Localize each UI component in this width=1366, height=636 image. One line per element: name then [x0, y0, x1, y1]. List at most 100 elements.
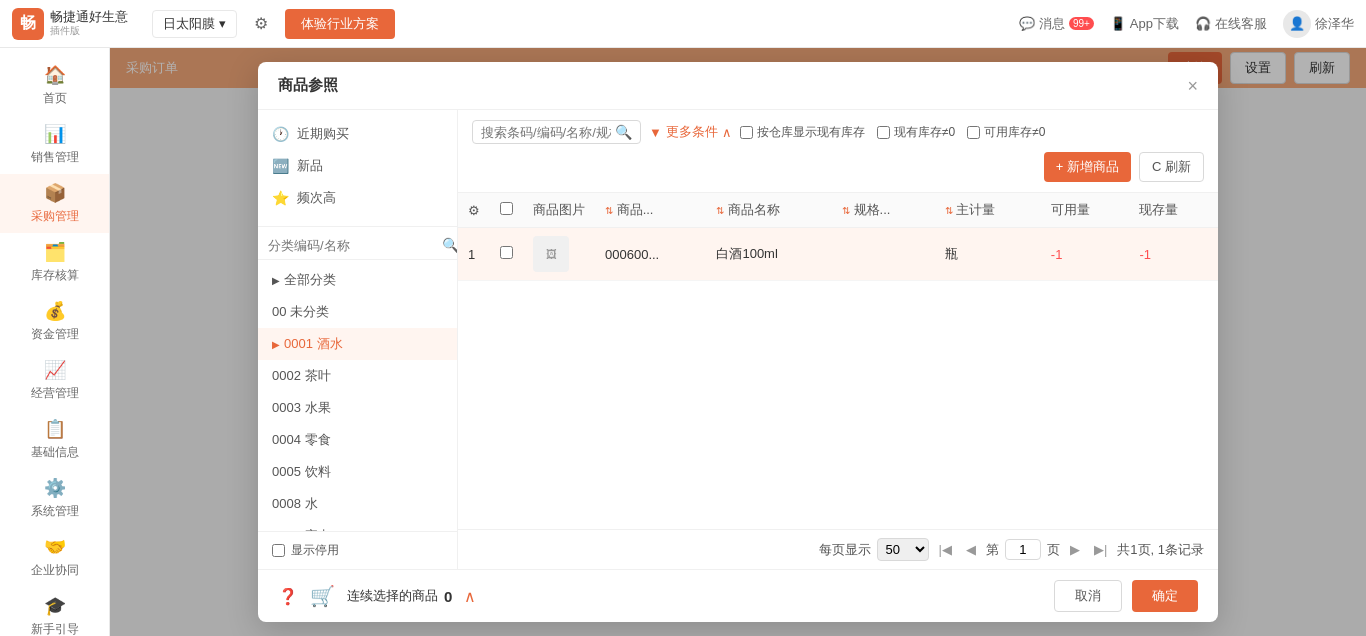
category-item-snack[interactable]: 0004 零食	[258, 424, 457, 456]
sidebar-item-guide[interactable]: 🎓 新手引导	[0, 587, 109, 636]
collapse-icon[interactable]: ∧	[464, 587, 476, 606]
expand-icon-active: ▶	[272, 339, 280, 350]
table-row[interactable]: 1 🖼 000600... 白酒100ml	[458, 228, 1218, 281]
cancel-button[interactable]: 取消	[1054, 580, 1122, 612]
row-unit: 瓶	[935, 228, 1041, 281]
category-item-all[interactable]: ▶ 全部分类	[258, 264, 457, 296]
th-stock: 现存量	[1129, 193, 1218, 228]
category-search-input[interactable]	[268, 238, 436, 253]
close-button[interactable]: ×	[1187, 77, 1198, 95]
toolbar-right-buttons: + 新增商品 C 刷新	[1044, 152, 1204, 182]
sort-icon-unit: ⇅	[945, 205, 953, 216]
category-item-drink[interactable]: 0005 饮料	[258, 456, 457, 488]
nav-online-service[interactable]: 🎧 在线客服	[1195, 15, 1267, 33]
th-settings[interactable]: ⚙	[458, 193, 490, 228]
modal-footer: ❓ 🛒 连续选择的商品 0 ∧ 取消 确定	[258, 569, 1218, 622]
last-page-btn[interactable]: ▶|	[1090, 540, 1111, 559]
nav-selector[interactable]: 日太阳膜 ▾	[152, 10, 237, 38]
basic-info-icon: 📋	[44, 418, 66, 440]
sidebar-item-system[interactable]: ⚙️ 系统管理	[0, 469, 109, 528]
sidebar-item-corp[interactable]: 🤝 企业协同	[0, 528, 109, 587]
sidebar-item-operations[interactable]: 📈 经营管理	[0, 351, 109, 410]
new-icon: 🆕	[272, 158, 289, 174]
divider	[258, 226, 457, 227]
chevron-down-icon: ▾	[219, 16, 226, 31]
sidebar-item-finance[interactable]: 💰 资金管理	[0, 292, 109, 351]
th-spec[interactable]: ⇅ 规格...	[832, 193, 935, 228]
category-item-tea[interactable]: 0002 茶叶	[258, 360, 457, 392]
table-body: 1 🖼 000600... 白酒100ml	[458, 228, 1218, 281]
help-icon[interactable]: ❓	[278, 587, 298, 606]
prev-page-btn[interactable]: ◀	[962, 540, 980, 559]
category-search: 🔍	[258, 231, 457, 260]
row-name: 白酒100ml	[706, 228, 832, 281]
search-submit-icon[interactable]: 🔍	[615, 124, 632, 140]
recent-purchase-tab[interactable]: 🕐 近期购买	[258, 118, 457, 150]
table-header: ⚙ 商品图片 ⇅	[458, 193, 1218, 228]
sidebar-item-sales[interactable]: 📊 销售管理	[0, 115, 109, 174]
stock-not-zero-checkbox[interactable]: 现有库存≠0	[877, 124, 955, 141]
show-stock-by-warehouse-checkbox[interactable]: 按仓库显示现有库存	[740, 124, 865, 141]
category-item-water[interactable]: 0008 水	[258, 488, 457, 520]
th-name[interactable]: ⇅ 商品名称	[706, 193, 832, 228]
expand-icon: ▶	[272, 275, 280, 286]
footer-buttons: 取消 确定	[1054, 580, 1198, 612]
content-area: 采购订单 查询 设置 刷新 商品参照 ×	[110, 48, 1366, 636]
filter-icon: ▼	[649, 125, 662, 140]
sidebar-item-home[interactable]: 🏠 首页	[0, 56, 109, 115]
product-reference-modal: 商品参照 × 🕐 近期购买 🆕	[258, 62, 1218, 622]
sidebar-item-inventory[interactable]: 🗂️ 库存核算	[0, 233, 109, 292]
modal-body: 🕐 近期购买 🆕 新品 ⭐ 频次高	[258, 110, 1218, 569]
product-search-bar: 🔍	[472, 120, 641, 144]
page-number-input[interactable]	[1005, 539, 1041, 560]
per-page-select[interactable]: 50 10 20 100	[877, 538, 929, 561]
add-product-button[interactable]: + 新增商品	[1044, 152, 1131, 182]
search-icon[interactable]: 🔍	[442, 237, 458, 253]
modal-header: 商品参照 ×	[258, 62, 1218, 110]
nav-user[interactable]: 👤 徐泽华	[1283, 10, 1354, 38]
available-not-zero-checkbox[interactable]: 可用库存≠0	[967, 124, 1045, 141]
category-item-uncategorized[interactable]: 00 未分类	[258, 296, 457, 328]
th-checkbox	[490, 193, 523, 228]
message-badge: 99+	[1069, 17, 1094, 30]
next-page-btn[interactable]: ▶	[1066, 540, 1084, 559]
row-available: -1	[1041, 228, 1130, 281]
purchase-icon: 📦	[44, 182, 66, 204]
th-code[interactable]: ⇅ 商品...	[595, 193, 706, 228]
category-item-appliance[interactable]: 0010 家电	[258, 520, 457, 531]
confirm-button[interactable]: 确定	[1132, 580, 1198, 612]
high-frequency-tab[interactable]: ⭐ 频次高	[258, 182, 457, 214]
cart-icon[interactable]: 🛒	[310, 584, 335, 608]
nav-messages[interactable]: 💬 消息 99+	[1019, 15, 1094, 33]
category-item-liquor[interactable]: ▶ 0001 酒水	[258, 328, 457, 360]
gear-icon[interactable]: ⚙	[245, 8, 277, 40]
sidebar: 🏠 首页 📊 销售管理 📦 采购管理 🗂️ 库存核算 💰 资金管理 📈 经营管理…	[0, 48, 110, 636]
chevron-up-icon: ∧	[722, 125, 732, 140]
refresh-button[interactable]: C 刷新	[1139, 152, 1204, 182]
sales-icon: 📊	[44, 123, 66, 145]
th-image: 商品图片	[523, 193, 595, 228]
try-btn[interactable]: 体验行业方案	[285, 9, 395, 39]
row-stock: -1	[1129, 228, 1218, 281]
show-disabled-checkbox[interactable]	[272, 544, 285, 557]
sidebar-item-basic-info[interactable]: 📋 基础信息	[0, 410, 109, 469]
operations-icon: 📈	[44, 359, 66, 381]
row-select-checkbox[interactable]	[500, 246, 513, 259]
nav-app-download[interactable]: 📱 App下载	[1110, 15, 1179, 33]
select-all-checkbox[interactable]	[500, 202, 513, 215]
new-product-tab[interactable]: 🆕 新品	[258, 150, 457, 182]
product-thumbnail: 🖼	[533, 236, 569, 272]
selected-info: 连续选择的商品 0	[347, 587, 452, 605]
first-page-btn[interactable]: |◀	[935, 540, 956, 559]
category-item-fruit[interactable]: 0003 水果	[258, 392, 457, 424]
more-filter-button[interactable]: ▼ 更多条件 ∧	[649, 123, 732, 141]
sidebar-item-purchase[interactable]: 📦 采购管理	[0, 174, 109, 233]
corp-icon: 🤝	[44, 536, 66, 558]
guide-icon: 🎓	[44, 595, 66, 617]
product-search-input[interactable]	[481, 125, 611, 140]
category-list: ▶ 全部分类 00 未分类 ▶ 0001 酒水 0002 茶	[258, 260, 457, 531]
row-code: 000600...	[595, 228, 706, 281]
modal-overlay: 商品参照 × 🕐 近期购买 🆕	[110, 48, 1366, 636]
selected-count: 0	[444, 588, 452, 605]
th-unit[interactable]: ⇅ 主计量	[935, 193, 1041, 228]
